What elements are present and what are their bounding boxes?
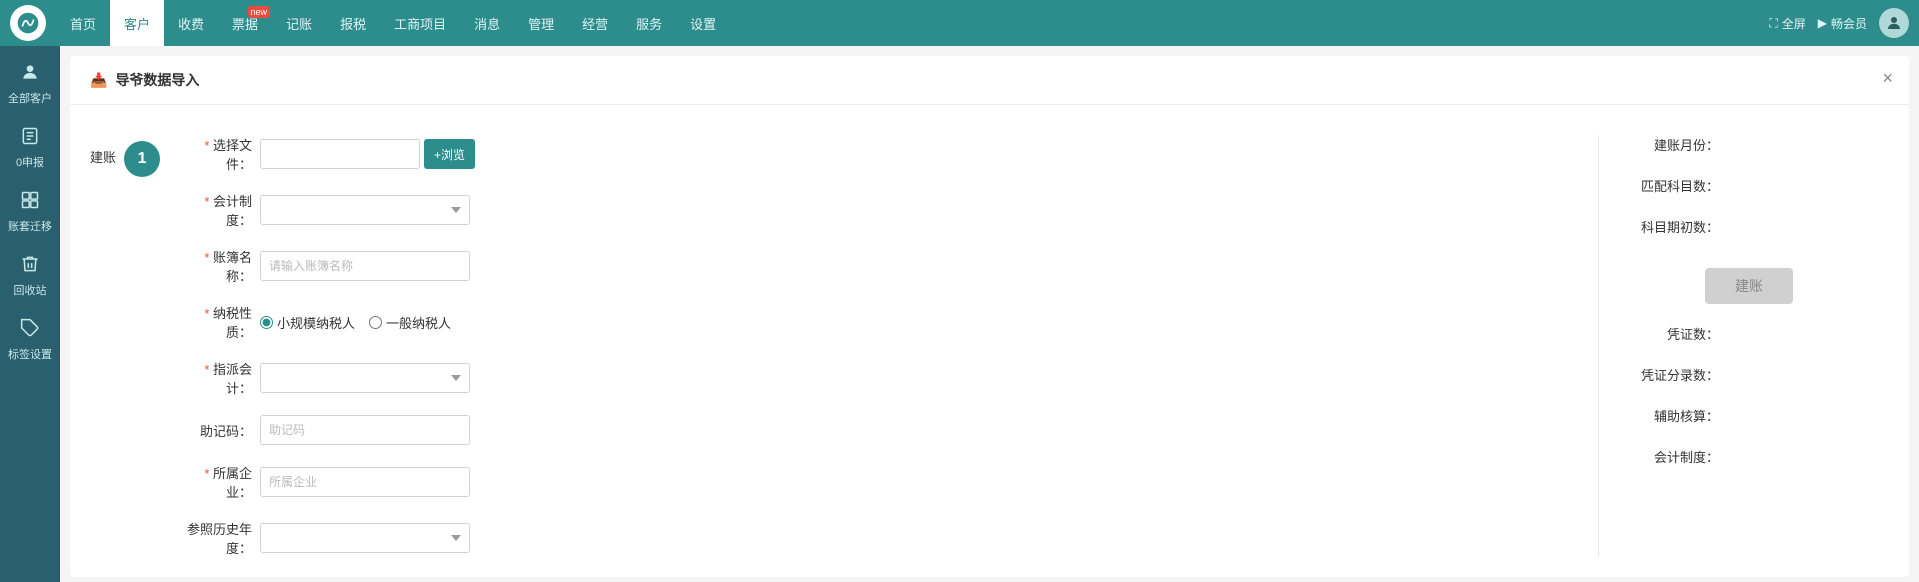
nav-item-operation[interactable]: 经营	[568, 0, 622, 46]
memo-label: 助记码：	[180, 421, 252, 440]
nav-item-message[interactable]: 消息	[460, 0, 514, 46]
nav-right: ⛶ 全屏 ▶ 畅会员	[1769, 8, 1909, 38]
user-avatar[interactable]	[1879, 8, 1909, 38]
new-badge: new	[248, 6, 271, 18]
sidebar-item-migration[interactable]: 账套迁移	[2, 182, 58, 242]
pingshu-label: 凭证数：	[1629, 324, 1719, 343]
company-row: * 所属企业：	[180, 463, 1588, 501]
assign-label: * 指派会计：	[180, 359, 252, 397]
all-customers-icon	[20, 62, 40, 87]
nav-item-invoice[interactable]: 票据 new	[218, 0, 272, 46]
nav-item-customer[interactable]: 客户	[110, 0, 164, 46]
nav-item-admin[interactable]: 管理	[514, 0, 568, 46]
browse-button[interactable]: +浏览	[424, 139, 475, 169]
accounting-label: * 会计制度：	[180, 191, 252, 229]
tags-icon	[20, 318, 40, 343]
fuzhuhesuan-row: 辅助核算：	[1629, 406, 1869, 425]
migration-icon	[20, 190, 40, 215]
fuzhuhesuan-label: 辅助核算：	[1629, 406, 1719, 425]
pingfenshu-label: 凭证分录数：	[1629, 365, 1719, 384]
tax-option1[interactable]: 小规模纳税人	[260, 313, 355, 332]
tax-label: * 纳税性质：	[180, 303, 252, 341]
panel-header: 📥 导爷数据导入 ×	[70, 56, 1909, 105]
ledger-input[interactable]	[260, 251, 470, 281]
sidebar-item-zero-report[interactable]: 0申报	[2, 118, 58, 178]
step-badge: 1	[124, 141, 160, 177]
nav-item-tax[interactable]: 报税	[326, 0, 380, 46]
jianzhangyuefen-label: 建账月份：	[1629, 135, 1719, 154]
pingshu-row: 凭证数：	[1629, 324, 1869, 343]
company-label: * 所属企业：	[180, 463, 252, 501]
nav-item-accounting[interactable]: 记账	[272, 0, 326, 46]
file-row: * 选择文件： +浏览	[180, 135, 1588, 173]
ledger-label: * 账簿名称：	[180, 247, 252, 285]
recycle-icon	[20, 254, 40, 279]
sidebar-item-all-customers[interactable]: 全部客户	[2, 54, 58, 114]
nav-item-home[interactable]: 首页	[56, 0, 110, 46]
file-input[interactable]	[260, 139, 420, 169]
panel-title: 导爷数据导入	[115, 70, 199, 90]
import-icon: 📥	[90, 72, 107, 89]
tax-row: * 纳税性质： 小规模纳税人 一般纳税人	[180, 303, 1588, 341]
fullscreen-btn[interactable]: ⛶ 全屏	[1769, 15, 1805, 32]
close-button[interactable]: ×	[1882, 68, 1893, 89]
form-area: 建账 1 * 选择文件： +浏览	[70, 105, 1909, 577]
section-divider	[1598, 135, 1599, 557]
history-label: 参照历史年度：	[180, 519, 252, 557]
form-left: 建账 1 * 选择文件： +浏览	[90, 135, 1588, 557]
app-logo	[10, 5, 46, 41]
nav-item-fees[interactable]: 收费	[164, 0, 218, 46]
tax-option2[interactable]: 一般纳税人	[369, 313, 451, 332]
history-select[interactable]	[260, 523, 470, 553]
nav-item-service[interactable]: 服务	[622, 0, 676, 46]
accounting-row: * 会计制度：	[180, 191, 1588, 229]
pipei-row: 匹配科目数：	[1629, 176, 1869, 195]
info-panel: 建账月份： 匹配科目数： 科目期初数： 建账	[1609, 135, 1889, 557]
nav-items: 首页 客户 收费 票据 new 记账 报税 工商项目 消息 管理 经营 服务 设…	[56, 0, 1769, 46]
nav-item-settings[interactable]: 设置	[676, 0, 730, 46]
step-label: 建账	[90, 147, 116, 166]
jianzhangyuefen-row: 建账月份：	[1629, 135, 1869, 154]
sidebar: 全部客户 0申报 账套迁移 回收站 标签设置	[0, 46, 60, 582]
kuaijizidu-row: 会计制度：	[1629, 447, 1869, 466]
kemuqichu-label: 科目期初数：	[1629, 217, 1719, 236]
main-content: 📥 导爷数据导入 × 建账 1	[60, 46, 1919, 582]
pipei-label: 匹配科目数：	[1629, 176, 1719, 195]
kemuqichu-row: 科目期初数：	[1629, 217, 1869, 236]
kuaijizidu-label: 会计制度：	[1629, 447, 1719, 466]
fullscreen-icon: ⛶	[1769, 16, 1777, 31]
sidebar-item-recycle[interactable]: 回收站	[2, 246, 58, 306]
assign-row: * 指派会计：	[180, 359, 1588, 397]
form-fields: * 选择文件： +浏览 * 会计制度：	[180, 135, 1588, 557]
vip-icon: ▶	[1818, 16, 1827, 30]
memo-input[interactable]	[260, 415, 470, 445]
tax-radio-group: 小规模纳税人 一般纳税人	[260, 313, 451, 332]
pingfenshu-row: 凭证分录数：	[1629, 365, 1869, 384]
page-panel: 📥 导爷数据导入 × 建账 1	[70, 56, 1909, 577]
jianzhang-button[interactable]: 建账	[1705, 268, 1793, 304]
nav-item-business[interactable]: 工商项目	[380, 0, 460, 46]
memo-row: 助记码：	[180, 415, 1588, 445]
zero-report-icon	[20, 126, 40, 151]
sidebar-item-tags[interactable]: 标签设置	[2, 310, 58, 370]
ledger-row: * 账簿名称：	[180, 247, 1588, 285]
history-row: 参照历史年度：	[180, 519, 1588, 557]
top-nav: 首页 客户 收费 票据 new 记账 报税 工商项目 消息 管理 经营 服务 设…	[0, 0, 1919, 46]
file-input-group: +浏览	[260, 139, 475, 169]
accounting-select[interactable]	[260, 195, 470, 225]
assign-select[interactable]	[260, 363, 470, 393]
layout: 全部客户 0申报 账套迁移 回收站 标签设置	[0, 46, 1919, 582]
file-label: * 选择文件：	[180, 135, 252, 173]
company-input[interactable]	[260, 467, 470, 497]
vip-btn[interactable]: ▶ 畅会员	[1818, 15, 1867, 32]
